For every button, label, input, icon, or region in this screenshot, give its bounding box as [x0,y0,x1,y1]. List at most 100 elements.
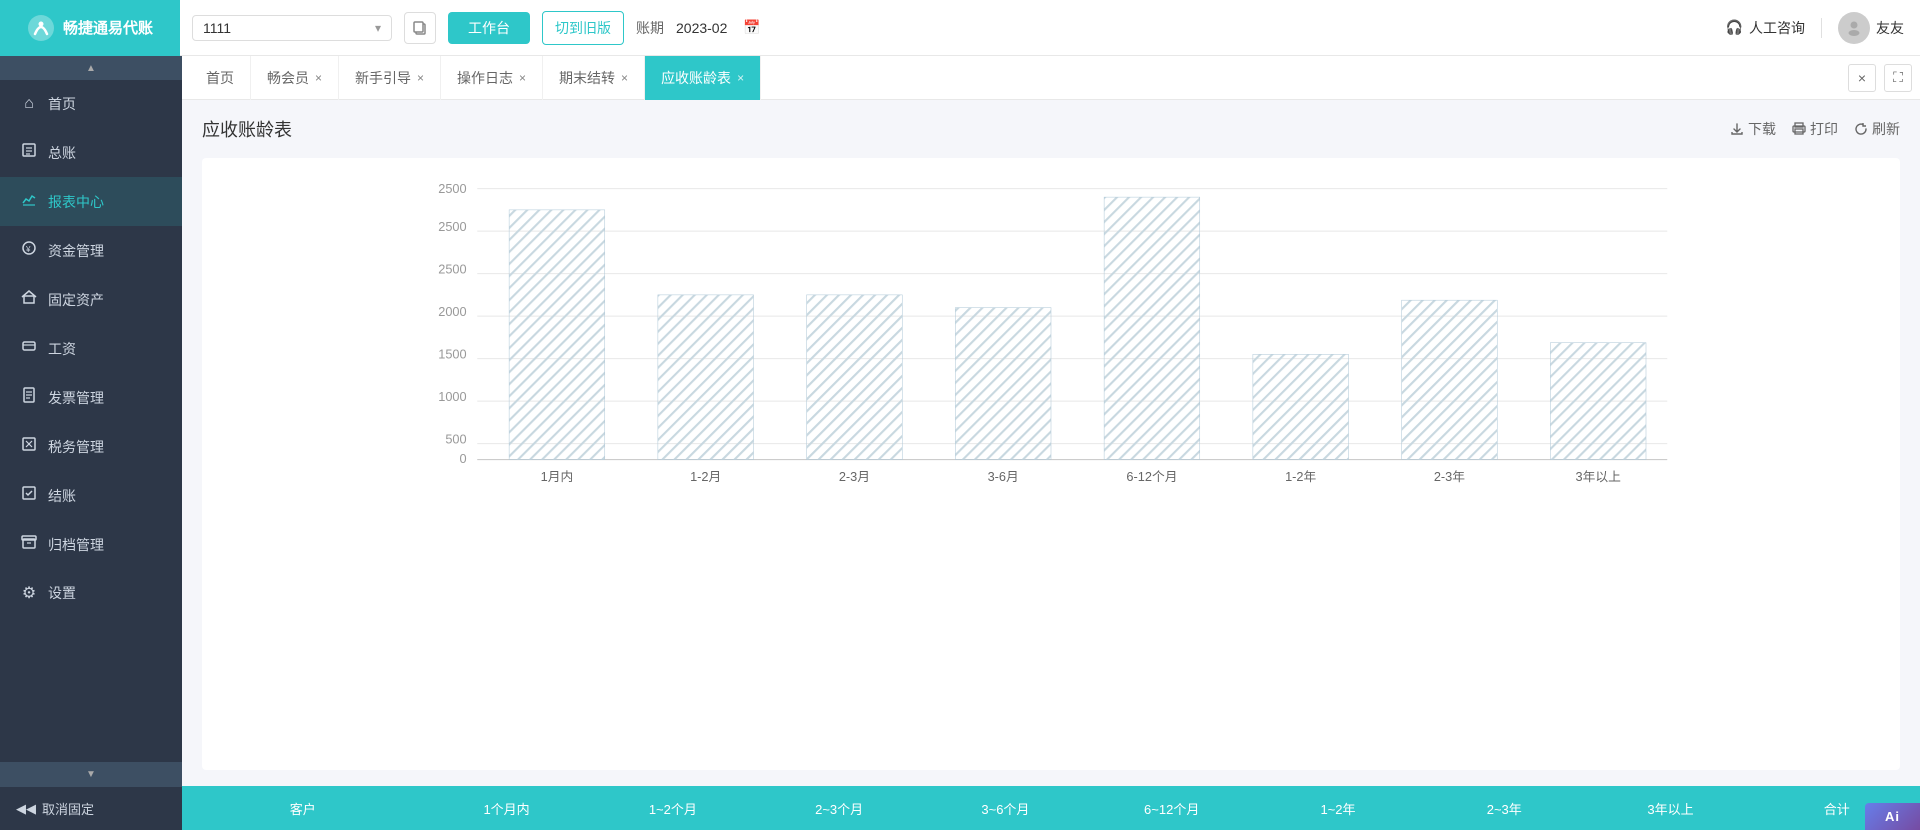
sidebar-item-tax[interactable]: 税务管理 [0,422,182,471]
page-actions: 下载 打印 [1730,119,1900,139]
sidebar-item-invoice[interactable]: 发票管理 [0,373,182,422]
maximize-tabs-button[interactable]: ⛶ [1884,64,1912,92]
sidebar-item-assets[interactable]: 固定资产 [0,275,182,324]
period-label: 账期 [636,18,664,38]
tab-oplog-close[interactable]: × [519,71,526,85]
content-area: 首页 畅会员 × 新手引导 × 操作日志 × 期末结转 × 应收账龄表 × [182,56,1920,830]
sidebar-item-home[interactable]: ⌂ 首页 [0,80,182,128]
svg-text:1-2月: 1-2月 [690,469,721,484]
ai-badge[interactable]: Ai [1865,803,1920,830]
tab-ar-aging-label: 应收账龄表 [661,68,731,88]
sidebar-label-payroll: 工资 [48,339,76,359]
sidebar-label-settings: 设置 [48,583,76,603]
sidebar-item-archive[interactable]: 归档管理 [0,520,182,569]
sidebar-label-archive: 归档管理 [48,535,104,555]
print-button[interactable]: 打印 [1792,119,1838,139]
pin-toggle[interactable]: ◀◀ 取消固定 [0,786,182,830]
scroll-down-arrow[interactable]: ▼ [0,762,182,786]
tab-guide-label: 新手引导 [355,68,411,88]
tab-ar-aging[interactable]: 应收账龄表 × [645,56,761,100]
calendar-icon[interactable]: 📅 [743,19,760,36]
period-value: 2023-02 [676,20,727,36]
svg-text:2500: 2500 [438,219,466,234]
tab-member[interactable]: 畅会员 × [251,56,339,100]
home-icon: ⌂ [20,95,38,113]
svg-text:0: 0 [460,451,467,466]
tab-guide-close[interactable]: × [417,71,424,85]
chart-wrapper: 0 500 1000 1500 2000 2500 2500 2500 [202,158,1900,770]
tab-period-end[interactable]: 期末结转 × [543,56,645,100]
tax-icon [20,436,38,457]
sidebar-item-ledger[interactable]: 总账 [0,128,182,177]
sidebar-scroll: ⌂ 首页 总账 [0,80,182,762]
copy-button[interactable] [404,12,436,44]
svg-text:2-3月: 2-3月 [839,469,870,484]
invoice-icon [20,387,38,408]
scroll-up-arrow[interactable]: ▲ [0,56,182,80]
svg-text:2500: 2500 [438,262,466,277]
sidebar-item-checkout[interactable]: 结账 [0,471,182,520]
svg-text:2-3年: 2-3年 [1434,469,1465,484]
download-icon [1730,122,1744,136]
svg-text:3年以上: 3年以上 [1576,469,1622,484]
tab-oplog[interactable]: 操作日志 × [441,56,543,100]
close-all-tabs-button[interactable]: × [1848,64,1876,92]
sidebar-item-settings[interactable]: ⚙ 设置 [0,569,182,617]
refresh-label: 刷新 [1872,119,1900,139]
table-header: 客户 1个月内 1~2个月 2~3个月 3~6个月 6~12个月 1~2年 2~… [182,786,1920,830]
headset-icon: 🎧 [1726,19,1743,36]
page-header: 应收账龄表 下载 [202,116,1900,142]
svg-text:500: 500 [445,432,466,447]
sidebar-label-funds: 资金管理 [48,241,104,261]
th-1-2y: 1~2年 [1255,799,1421,818]
svg-text:1-2年: 1-2年 [1285,469,1316,484]
sidebar-item-payroll[interactable]: 工资 [0,324,182,373]
print-icon [1792,122,1806,136]
user-area[interactable]: 友友 [1838,12,1904,44]
pin-icon: ◀◀ [16,801,36,817]
payroll-icon [20,338,38,359]
chevron-down-icon: ▾ [375,21,381,35]
tab-period-end-close[interactable]: × [621,71,628,85]
company-name: 1111 [203,20,367,36]
print-label: 打印 [1810,119,1838,139]
svg-text:6-12个月: 6-12个月 [1126,469,1177,484]
tab-member-label: 畅会员 [267,68,309,88]
archive-icon [20,534,38,555]
consult-label: 人工咨询 [1749,18,1805,38]
tab-ar-aging-close[interactable]: × [737,71,744,85]
tab-member-close[interactable]: × [315,71,322,85]
avatar [1838,12,1870,44]
pin-label: 取消固定 [42,799,94,818]
logo-text: 畅捷通易代账 [63,17,153,38]
consult-button[interactable]: 🎧 人工咨询 [1726,18,1805,38]
sidebar-label-reports: 报表中心 [48,192,104,212]
workbench-button[interactable]: 工作台 [448,12,530,44]
page-title: 应收账龄表 [202,116,292,142]
sidebar-label-ledger: 总账 [48,143,76,163]
settings-icon: ⚙ [20,583,38,603]
sidebar-label-invoice: 发票管理 [48,388,104,408]
svg-text:2000: 2000 [438,304,466,319]
th-customer: 客户 [182,799,423,818]
header-right: 🎧 人工咨询 友友 [1726,12,1904,44]
logo-area: 畅捷通易代账 [0,0,180,56]
company-selector[interactable]: 1111 ▾ [192,15,392,41]
refresh-icon [1854,122,1868,136]
download-label: 下载 [1748,119,1776,139]
download-button[interactable]: 下载 [1730,119,1776,139]
switch-version-button[interactable]: 切到旧版 [542,11,624,45]
refresh-button[interactable]: 刷新 [1854,119,1900,139]
tab-guide[interactable]: 新手引导 × [339,56,441,100]
tab-home[interactable]: 首页 [190,56,251,100]
th-1-2m: 1~2个月 [590,799,756,818]
svg-text:1月内: 1月内 [541,469,574,484]
sidebar-item-reports[interactable]: 报表中心 [0,177,182,226]
top-header: 畅捷通易代账 1111 ▾ 工作台 切到旧版 账期 2023-02 📅 🎧 人工… [0,0,1920,56]
th-6-12m: 6~12个月 [1089,799,1255,818]
tab-oplog-label: 操作日志 [457,68,513,88]
th-3yplus: 3年以上 [1587,799,1753,818]
funds-icon: ¥ [20,240,38,261]
sidebar-item-funds[interactable]: ¥ 资金管理 [0,226,182,275]
svg-text:2500: 2500 [438,181,466,196]
